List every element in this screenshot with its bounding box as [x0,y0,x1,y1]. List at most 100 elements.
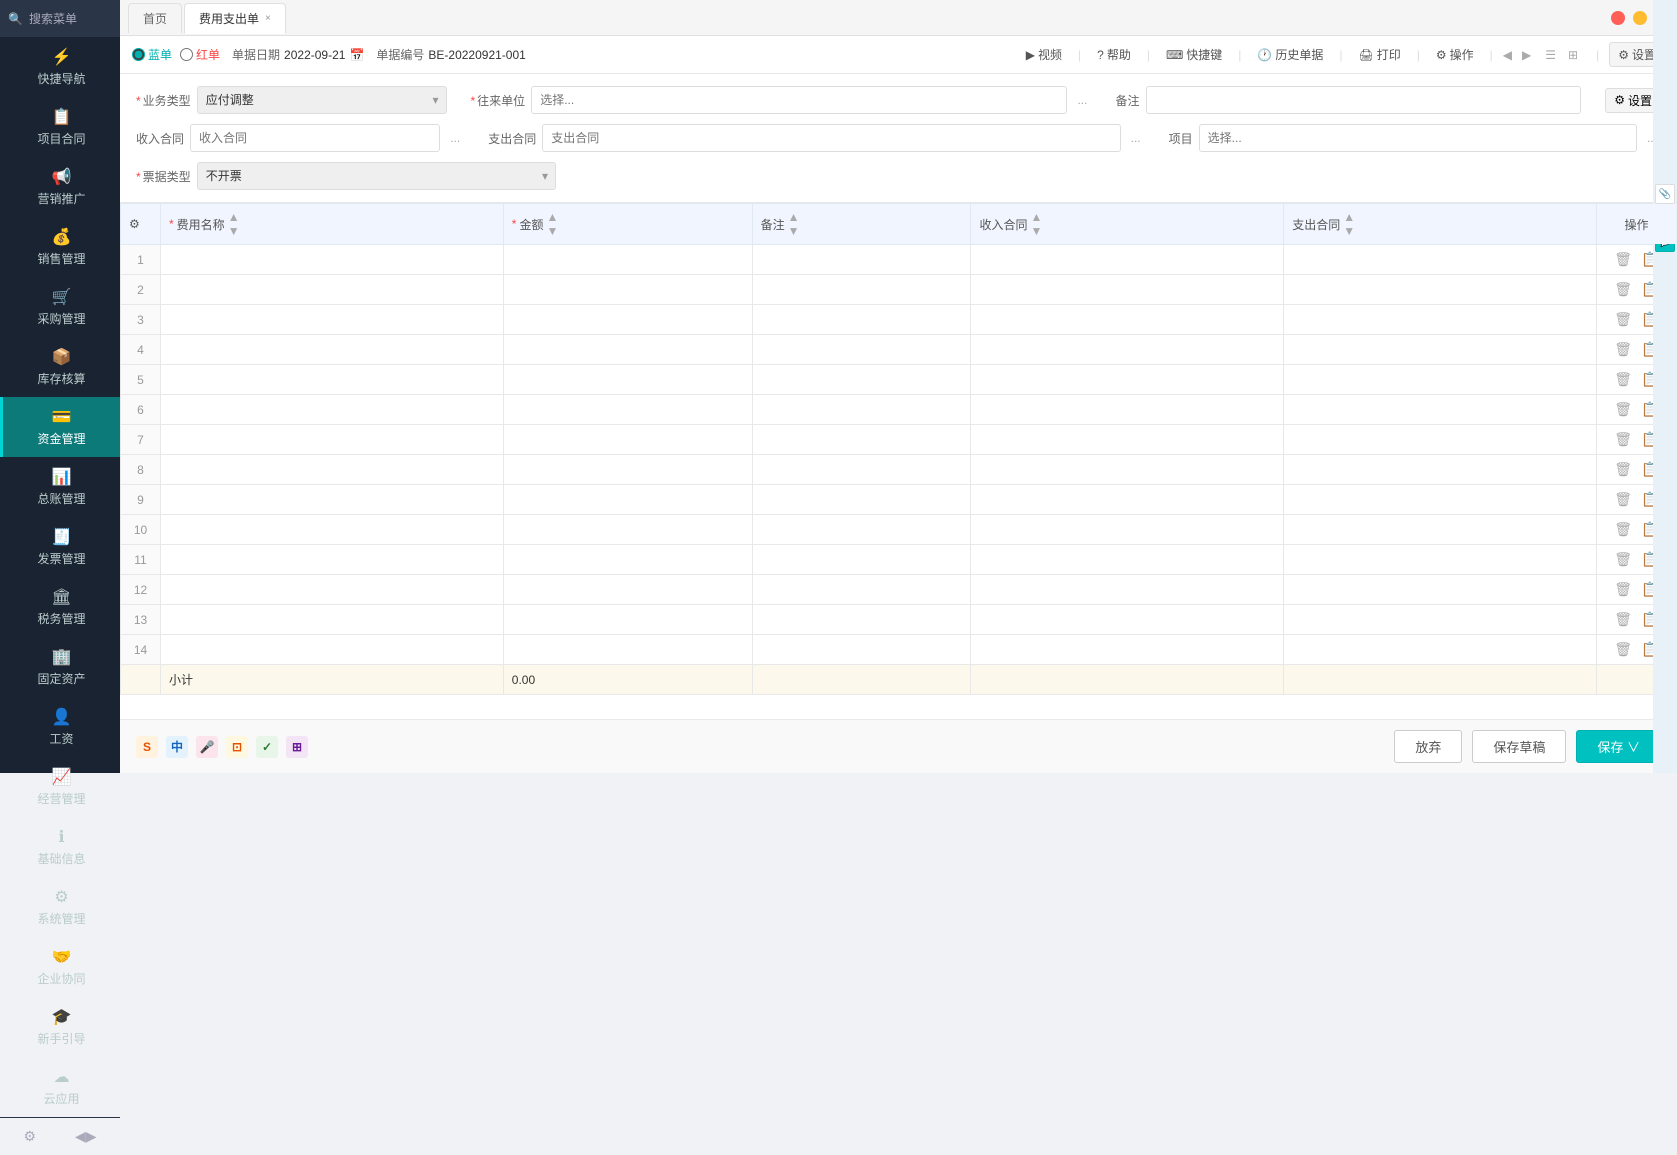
sidebar-item-marketing[interactable]: 📢营销推广 [0,157,120,217]
cell-expense-name[interactable] [161,335,504,365]
cell-expense-name[interactable] [161,575,504,605]
brand-icon-s[interactable]: S [136,736,158,758]
brand-icon-zhong[interactable]: 中 [166,736,188,758]
sidebar-item-operations[interactable]: 📈经营管理 [0,757,120,817]
cell-amount[interactable] [503,335,752,365]
cell-expense-name[interactable] [161,425,504,455]
cell-income-contract[interactable] [971,575,1284,605]
sidebar-item-project-contract[interactable]: 📋项目合同 [0,97,120,157]
save-draft-btn[interactable]: 保存草稿 [1472,730,1566,763]
cell-expense-name[interactable] [161,545,504,575]
sidebar-item-basic-info[interactable]: ℹ基础信息 [0,817,120,877]
audio-footer-btn[interactable]: ◀▶ [75,1128,97,1145]
income-contract-more-btn[interactable]: ... [446,131,464,145]
cell-income-contract[interactable] [971,275,1284,305]
remark-input[interactable] [1146,86,1582,114]
sidebar-item-sales[interactable]: 💰销售管理 [0,217,120,277]
cell-expense-name[interactable] [161,515,504,545]
cell-remark[interactable] [752,245,971,275]
cell-expense-contract[interactable] [1284,275,1597,305]
sidebar-item-system[interactable]: ⚙系统管理 [0,877,120,937]
delete-row-icon[interactable]: 🗑 [1614,551,1632,567]
delete-row-icon[interactable]: 🗑 [1614,521,1632,537]
cell-expense-name[interactable] [161,455,504,485]
cell-income-contract[interactable] [971,425,1284,455]
partner-more-btn[interactable]: ... [1073,93,1091,107]
cell-expense-contract[interactable] [1284,635,1597,665]
cell-amount[interactable] [503,515,752,545]
delete-row-icon[interactable]: 🗑 [1614,341,1632,357]
cell-expense-name[interactable] [161,305,504,335]
window-close-btn[interactable] [1611,11,1625,25]
delete-row-icon[interactable]: 🗑 [1614,431,1632,447]
sidebar-item-inventory[interactable]: 📦库存核算 [0,337,120,397]
cell-remark[interactable] [752,635,971,665]
delete-row-icon[interactable]: 🗑 [1614,371,1632,387]
cell-expense-name[interactable] [161,485,504,515]
sidebar-item-newbie[interactable]: 🎓新手引导 [0,997,120,1057]
brand-icon-img[interactable]: ⊡ [226,736,248,758]
cell-expense-contract[interactable] [1284,545,1597,575]
sidebar-item-invoice[interactable]: 🧾发票管理 [0,517,120,577]
blue-radio[interactable]: 蓝单 [132,46,172,63]
cell-remark[interactable] [752,455,971,485]
sidebar-item-cloud-apps[interactable]: ☁云应用 [0,1057,120,1117]
delete-row-icon[interactable]: 🗑 [1614,281,1632,297]
cell-amount[interactable] [503,395,752,425]
cell-amount[interactable] [503,245,752,275]
sidebar-item-fund[interactable]: 💳资金管理 [0,397,120,457]
delete-row-icon[interactable]: 🗑 [1614,401,1632,417]
delete-row-icon[interactable]: 🗑 [1614,311,1632,327]
right-tool-1[interactable]: 📎 [1655,184,1675,204]
cell-income-contract[interactable] [971,395,1284,425]
cell-income-contract[interactable] [971,605,1284,635]
cell-remark[interactable] [752,425,971,455]
discard-btn[interactable]: 放弃 [1394,730,1462,763]
cell-amount[interactable] [503,425,752,455]
cell-expense-name[interactable] [161,635,504,665]
sidebar-search[interactable]: 🔍 搜索菜单 [0,0,120,37]
business-type-select[interactable]: 应付调整 [197,86,447,114]
sidebar-item-accounting[interactable]: 📊总账管理 [0,457,120,517]
save-btn[interactable]: 保存 ∨ [1576,730,1661,763]
tab-close-expense[interactable]: × [265,13,271,24]
cell-expense-contract[interactable] [1284,455,1597,485]
video-btn[interactable]: ▶ 视频 [1020,44,1068,65]
cell-remark[interactable] [752,545,971,575]
delete-row-icon[interactable]: 🗑 [1614,641,1632,657]
cell-amount[interactable] [503,605,752,635]
cell-remark[interactable] [752,305,971,335]
delete-row-icon[interactable]: 🗑 [1614,491,1632,507]
cell-remark[interactable] [752,335,971,365]
sidebar-item-fixed-assets[interactable]: 🏢固定资产 [0,637,120,697]
cell-amount[interactable] [503,545,752,575]
history-btn[interactable]: 🕐 历史单据 [1251,44,1329,65]
delete-row-icon[interactable]: 🗑 [1614,251,1632,267]
cell-income-contract[interactable] [971,305,1284,335]
cell-expense-contract[interactable] [1284,245,1597,275]
brand-icon-grid[interactable]: ⊞ [286,736,308,758]
delete-row-icon[interactable]: 🗑 [1614,461,1632,477]
cell-expense-contract[interactable] [1284,305,1597,335]
cell-amount[interactable] [503,455,752,485]
brand-icon-mic[interactable]: 🎤 [196,736,218,758]
cell-amount[interactable] [503,485,752,515]
cell-remark[interactable] [752,395,971,425]
help-btn[interactable]: ? 帮助 [1091,44,1137,65]
cell-expense-contract[interactable] [1284,515,1597,545]
cell-remark[interactable] [752,605,971,635]
settings-footer-btn[interactable]: ⚙ [23,1128,36,1145]
window-minimize-btn[interactable] [1633,11,1647,25]
expense-contract-more-btn[interactable]: ... [1127,131,1145,145]
calendar-icon[interactable]: 📅 [349,48,364,62]
cell-amount[interactable] [503,635,752,665]
cell-amount[interactable] [503,305,752,335]
cell-remark[interactable] [752,365,971,395]
expense-contract-input[interactable] [542,124,1120,152]
red-radio[interactable]: 红单 [180,46,220,63]
sidebar-item-enterprise[interactable]: 🤝企业协同 [0,937,120,997]
project-input[interactable] [1199,124,1637,152]
cell-expense-name[interactable] [161,365,504,395]
cell-expense-contract[interactable] [1284,395,1597,425]
cell-expense-contract[interactable] [1284,575,1597,605]
